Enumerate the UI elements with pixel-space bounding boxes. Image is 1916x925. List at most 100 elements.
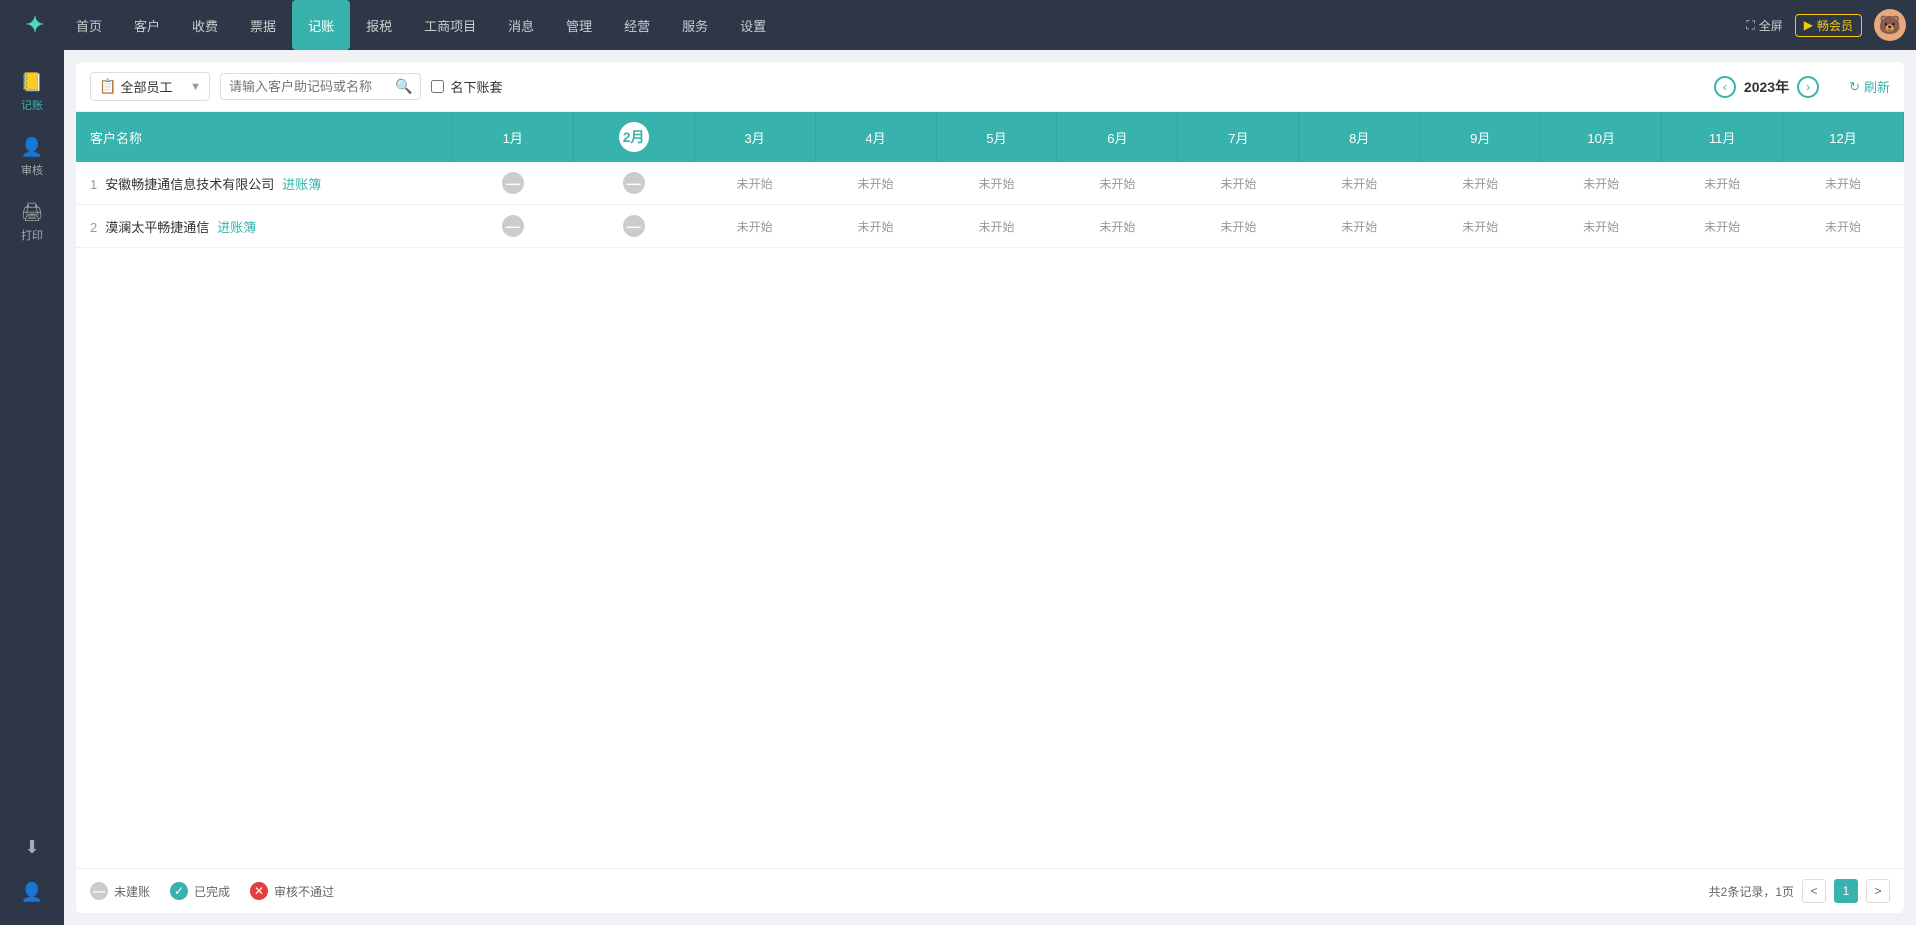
col-month-4: 4月 [815,112,936,162]
nav-fee[interactable]: 收费 [176,0,234,50]
sidebar-item-download[interactable]: ⬇ [0,825,64,870]
sidebar-item-print[interactable]: 🖨 打印 [0,190,64,255]
sidebar-item-user[interactable]: 👤 [0,870,64,915]
status-not-started: 未开始 [858,220,894,234]
next-page-btn[interactable]: > [1866,879,1890,903]
search-icon[interactable]: 🔍 [395,78,412,95]
enter-ledger-link[interactable]: 进账簿 [282,177,321,192]
cell-month-8: 未开始 [1299,162,1420,205]
next-year-btn[interactable]: › [1797,76,1819,98]
col-month-1: 1月 [452,112,573,162]
refresh-label: 刷新 [1864,77,1890,96]
status-not-started: 未开始 [1462,177,1498,191]
nav-business[interactable]: 工商项目 [408,0,492,50]
status-dash-icon: — [623,172,645,194]
status-not-started: 未开始 [1099,220,1135,234]
nav-tax[interactable]: 报税 [350,0,408,50]
legend-reject-label: 审核不通过 [274,883,334,900]
vip-badge[interactable]: ▶ 畅会员 [1795,14,1862,37]
total-text: 共2条记录，1页 [1709,883,1794,900]
col-month-12: 12月 [1783,112,1904,162]
prev-page-btn[interactable]: < [1802,879,1826,903]
cell-month-5: 未开始 [936,205,1057,248]
nav-manage[interactable]: 管理 [550,0,608,50]
app-logo: ✦ [10,0,60,50]
status-not-started: 未开始 [1825,177,1861,191]
nav-service[interactable]: 服务 [666,0,724,50]
legend-complete: ✓ 已完成 [170,882,230,900]
nav-settings[interactable]: 设置 [724,0,782,50]
cell-month-3: 未开始 [694,205,815,248]
cell-month-12: 未开始 [1783,162,1904,205]
cell-month-11: 未开始 [1662,205,1783,248]
accounts-checkbox[interactable] [431,80,444,93]
nav-bookkeeping[interactable]: 记账 [292,0,350,50]
table-row: 2漠澜太平畅捷通信进账簿——未开始未开始未开始未开始未开始未开始未开始未开始未开… [76,205,1904,248]
cell-month-12: 未开始 [1783,205,1904,248]
legend-reject: ✕ 审核不通过 [250,882,334,900]
table-header-row: 客户名称 1月 2月 3月 4月 [76,112,1904,162]
bookkeeping-icon: 📒 [21,72,43,93]
nav-invoice[interactable]: 票据 [234,0,292,50]
accounts-checkbox-wrap[interactable]: 名下账套 [431,77,502,96]
status-not-started: 未开始 [858,177,894,191]
cell-month-9: 未开始 [1420,205,1541,248]
sidebar-audit-label: 审核 [21,162,43,178]
fullscreen-icon: ⛶ [1746,18,1754,33]
cell-month-6: 未开始 [1057,205,1178,248]
sidebar-print-label: 打印 [21,227,43,243]
cell-month-2: — [573,162,694,205]
pagination: 共2条记录，1页 < 1 > [1709,879,1890,903]
sidebar-item-audit[interactable]: 👤 审核 [0,125,64,190]
content-area: 📋 全部员工 ▼ 🔍 名下账套 ‹ 2023年 › [64,50,1916,925]
status-not-started: 未开始 [737,177,773,191]
user-avatar[interactable]: 🐻 [1874,9,1906,41]
status-not-started: 未开始 [978,220,1014,234]
col-month-5: 5月 [936,112,1057,162]
employee-select[interactable]: 📋 全部员工 ▼ [90,72,210,101]
search-input[interactable] [229,79,389,94]
refresh-btn[interactable]: ↻ 刷新 [1849,77,1890,96]
cell-month-7: 未开始 [1178,205,1299,248]
toolbar: 📋 全部员工 ▼ 🔍 名下账套 ‹ 2023年 › [76,62,1904,112]
prev-year-btn[interactable]: ‹ [1714,76,1736,98]
status-not-started: 未开始 [1462,220,1498,234]
cell-month-8: 未开始 [1299,205,1420,248]
status-not-started: 未开始 [1220,177,1256,191]
legend-dash-icon: — [90,882,108,900]
table-body: 1安徽畅捷通信息技术有限公司进账簿——未开始未开始未开始未开始未开始未开始未开始… [76,162,1904,248]
cell-month-11: 未开始 [1662,162,1783,205]
status-dash-icon: — [502,172,524,194]
accounts-checkbox-label: 名下账套 [450,77,502,96]
nav-operation[interactable]: 经营 [608,0,666,50]
col-month-2: 2月 [573,112,694,162]
fullscreen-btn[interactable]: ⛶ 全屏 [1746,17,1782,34]
sidebar-bookkeeping-label: 记账 [21,97,43,113]
status-not-started: 未开始 [1341,177,1377,191]
nav-customer[interactable]: 客户 [118,0,176,50]
col-month-11: 11月 [1662,112,1783,162]
nav-home[interactable]: 首页 [60,0,118,50]
cell-month-10: 未开始 [1541,205,1662,248]
print-icon: 🖨 [21,202,44,223]
nav-items: 首页 客户 收费 票据 记账 报税 工商项目 消息 管理 经营 服务 设置 [60,0,1746,50]
sidebar-item-bookkeeping[interactable]: 📒 记账 [0,60,64,125]
year-nav: ‹ 2023年 › [1714,76,1819,98]
cell-month-10: 未开始 [1541,162,1662,205]
legend-dash: — 未建账 [90,882,150,900]
top-nav: ✦ 首页 客户 收费 票据 记账 报税 工商项目 消息 管理 经营 服务 设置 … [0,0,1916,50]
footer: — 未建账 ✓ 已完成 ✕ 审核不通过 共2条记录，1页 < 1 > [76,868,1904,913]
cell-name: 2漠澜太平畅捷通信进账簿 [76,205,452,248]
col-name: 客户名称 [76,112,452,162]
table-wrap: 客户名称 1月 2月 3月 4月 [76,112,1904,868]
enter-ledger-link[interactable]: 进账簿 [217,220,256,235]
current-page-btn[interactable]: 1 [1834,879,1858,903]
status-not-started: 未开始 [737,220,773,234]
cell-month-4: 未开始 [815,205,936,248]
cell-month-4: 未开始 [815,162,936,205]
status-not-started: 未开始 [1825,220,1861,234]
employee-arrow-icon: ▼ [190,81,201,93]
nav-message[interactable]: 消息 [492,0,550,50]
table-row: 1安徽畅捷通信息技术有限公司进账簿——未开始未开始未开始未开始未开始未开始未开始… [76,162,1904,205]
cell-month-7: 未开始 [1178,162,1299,205]
